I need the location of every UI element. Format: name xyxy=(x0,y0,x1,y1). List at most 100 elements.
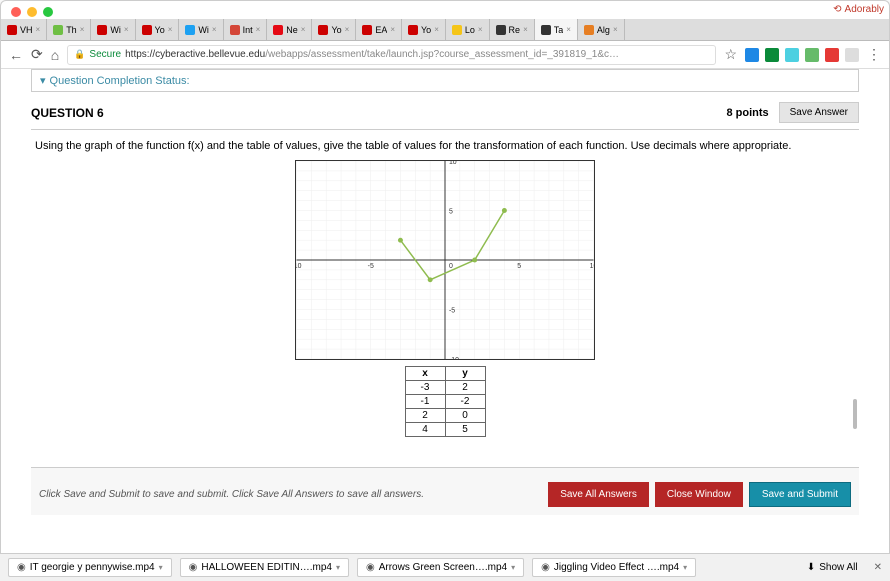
table-cell: 5 xyxy=(445,423,485,437)
close-tab-icon[interactable]: × xyxy=(256,25,261,34)
download-item[interactable]: ◉Jiggling Video Effect ….mp4▾ xyxy=(532,558,696,577)
close-tab-icon[interactable]: × xyxy=(523,25,528,34)
secure-label: Secure xyxy=(89,49,121,60)
ext-icon-1[interactable] xyxy=(745,48,759,62)
save-and-submit-button[interactable]: Save and Submit xyxy=(749,482,851,507)
close-tab-icon[interactable]: × xyxy=(566,25,571,34)
browser-tab[interactable]: Lo× xyxy=(446,19,490,40)
close-tab-icon[interactable]: × xyxy=(80,25,85,34)
show-all-label: Show All xyxy=(819,562,857,573)
browser-tab[interactable]: Yo× xyxy=(312,19,356,40)
favicon xyxy=(53,25,63,35)
function-graph: -10-5510-10-55100 xyxy=(295,160,595,360)
save-all-answers-button[interactable]: Save All Answers xyxy=(548,482,649,507)
tab-label: Yo xyxy=(421,25,431,35)
download-item[interactable]: ◉ Arrows Green Screen….mp4 ▾ xyxy=(357,558,524,577)
browser-tab[interactable]: Th× xyxy=(47,19,91,40)
svg-text:5: 5 xyxy=(517,263,521,270)
table-cell: 0 xyxy=(445,409,485,423)
ext-icon-6[interactable] xyxy=(845,48,859,62)
browser-tab[interactable]: Ta× xyxy=(535,19,578,40)
status-label: Question Completion Status: xyxy=(50,75,190,87)
tab-label: Alg xyxy=(597,25,610,35)
show-all-downloads[interactable]: ⬇ Show All xyxy=(807,562,858,573)
reload-icon[interactable]: ⟳ xyxy=(31,46,43,63)
favicon xyxy=(318,25,328,35)
download-icon: ⬇ xyxy=(807,562,815,573)
tab-label: Wi xyxy=(110,25,121,35)
browser-tab[interactable]: Wi× xyxy=(179,19,223,40)
close-tab-icon[interactable]: × xyxy=(345,25,350,34)
download-filename: Arrows Green Screen….mp4 xyxy=(379,562,507,573)
browser-tab[interactable]: Yo× xyxy=(402,19,446,40)
close-tab-icon[interactable]: × xyxy=(168,25,173,34)
tab-label: Lo xyxy=(465,25,475,35)
favicon xyxy=(97,25,107,35)
browser-tab[interactable]: Alg× xyxy=(578,19,625,40)
favicon xyxy=(496,25,506,35)
browser-tabs: VH×Th×Wi×Yo×Wi×Int×Ne×Yo×EA×Yo×Lo×Re×Ta×… xyxy=(1,19,889,41)
save-answer-button[interactable]: Save Answer xyxy=(779,102,859,123)
chevron-down-icon[interactable]: ▾ xyxy=(336,563,340,572)
favicon xyxy=(142,25,152,35)
tab-label: Int xyxy=(243,25,253,35)
footer-hint: Click Save and Submit to save and submit… xyxy=(39,489,424,500)
table-cell: -2 xyxy=(445,395,485,409)
extension-badge[interactable]: ⟲ Adorably xyxy=(833,4,884,15)
close-downloads-icon[interactable]: ✕ xyxy=(874,562,882,573)
close-tab-icon[interactable]: × xyxy=(124,25,129,34)
chevron-down-icon[interactable]: ▾ xyxy=(511,563,515,572)
home-icon[interactable]: ⌂ xyxy=(51,47,59,63)
favicon xyxy=(452,25,462,35)
browser-tab[interactable]: Ne× xyxy=(267,19,312,40)
extension-icons xyxy=(745,48,859,62)
browser-tab[interactable]: Yo× xyxy=(136,19,180,40)
browser-tab[interactable]: VH× xyxy=(1,19,47,40)
menu-icon[interactable]: ⋮ xyxy=(867,46,881,63)
browser-tab[interactable]: Wi× xyxy=(91,19,135,40)
minimize-window-icon[interactable] xyxy=(27,7,37,17)
url-text: https://cyberactive.bellevue.edu/webapps… xyxy=(125,49,619,60)
close-window-icon[interactable] xyxy=(11,7,21,17)
ext-icon-4[interactable] xyxy=(805,48,819,62)
table-row: -32 xyxy=(405,381,485,395)
chevron-down-icon[interactable]: ▾ xyxy=(683,563,687,572)
close-tab-icon[interactable]: × xyxy=(478,25,483,34)
back-icon[interactable]: ← xyxy=(9,47,23,63)
close-tab-icon[interactable]: × xyxy=(212,25,217,34)
file-icon: ◉ xyxy=(366,562,375,573)
download-item[interactable]: ◉HALLOWEEN EDITIN….mp4▾ xyxy=(180,558,349,577)
question-prompt: Using the graph of the function f(x) and… xyxy=(35,140,855,152)
close-tab-icon[interactable]: × xyxy=(301,25,306,34)
tab-label: Yo xyxy=(155,25,165,35)
question-title: QUESTION 6 xyxy=(31,106,104,120)
close-tab-icon[interactable]: × xyxy=(434,25,439,34)
svg-text:10: 10 xyxy=(590,263,594,270)
star-icon[interactable]: ☆ xyxy=(724,46,737,63)
chevron-down-icon[interactable]: ▾ xyxy=(159,563,163,572)
close-tab-icon[interactable]: × xyxy=(613,25,618,34)
download-filename: Jiggling Video Effect ….mp4 xyxy=(554,562,679,573)
ext-icon-3[interactable] xyxy=(785,48,799,62)
download-item[interactable]: ◉IT georgie y pennywise.mp4▾ xyxy=(8,558,172,577)
close-tab-icon[interactable]: × xyxy=(36,25,41,34)
browser-tab[interactable]: EA× xyxy=(356,19,402,40)
close-tab-icon[interactable]: × xyxy=(390,25,395,34)
browser-tab[interactable]: Int× xyxy=(224,19,268,40)
tab-label: Ne xyxy=(286,25,298,35)
maximize-window-icon[interactable] xyxy=(43,7,53,17)
file-icon: ◉ xyxy=(189,562,198,573)
favicon xyxy=(230,25,240,35)
svg-text:-5: -5 xyxy=(368,263,374,270)
page-content: ▾Question Completion Status: QUESTION 6 … xyxy=(1,69,889,529)
svg-text:0: 0 xyxy=(449,263,453,270)
completion-status-bar[interactable]: ▾Question Completion Status: xyxy=(31,69,859,92)
favicon xyxy=(408,25,418,35)
scrollbar-thumb[interactable] xyxy=(853,399,857,429)
close-window-button[interactable]: Close Window xyxy=(655,482,743,507)
browser-tab[interactable]: Re× xyxy=(490,19,535,40)
ext-icon-2[interactable] xyxy=(765,48,779,62)
ext-icon-5[interactable] xyxy=(825,48,839,62)
address-bar[interactable]: 🔒 Secure https://cyberactive.bellevue.ed… xyxy=(67,45,716,65)
question-header: QUESTION 6 8 points Save Answer xyxy=(31,96,859,130)
